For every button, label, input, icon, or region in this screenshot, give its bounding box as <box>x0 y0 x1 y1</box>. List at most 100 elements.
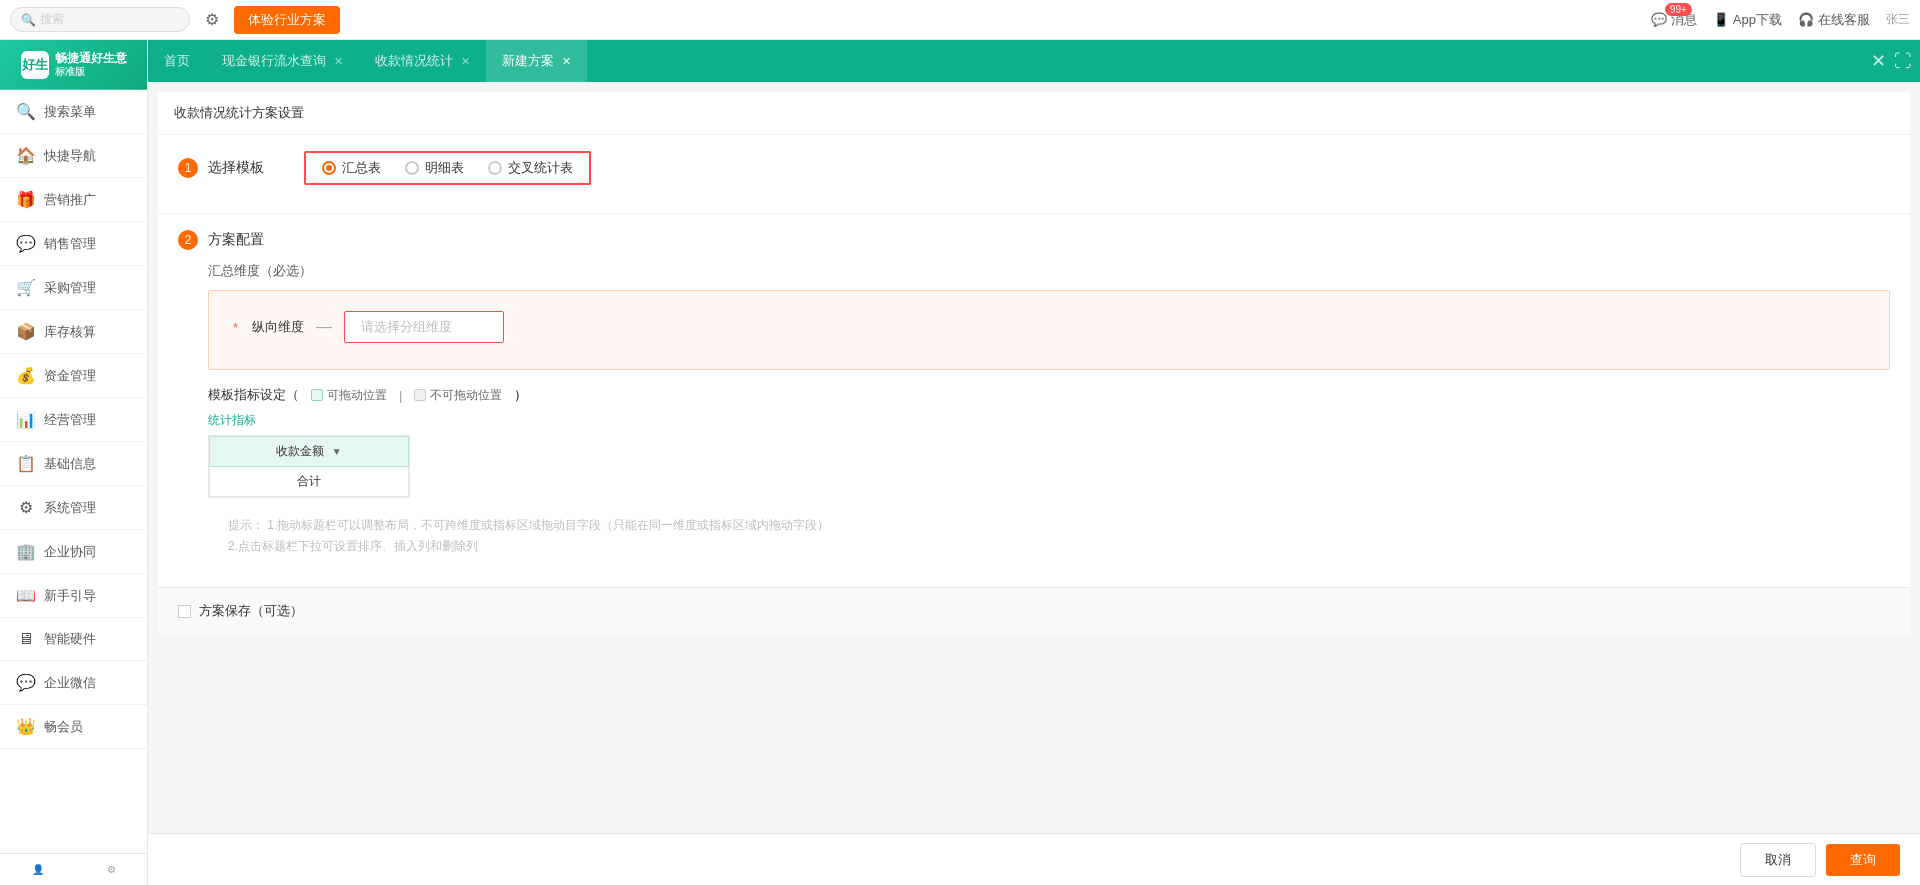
step2-title: 方案配置 <box>208 231 264 249</box>
quick-nav-icon: 🏠 <box>16 146 36 165</box>
avatar-icon: 👤 <box>32 864 44 875</box>
query-button[interactable]: 查询 <box>1826 844 1900 876</box>
sidebar-item-system[interactable]: ⚙ 系统管理 <box>0 486 147 530</box>
radio-detail-circle <box>405 161 419 175</box>
sidebar-item-wechat[interactable]: 💬 企业微信 <box>0 661 147 705</box>
tab-collection-stats[interactable]: 收款情况统计 ✕ <box>359 40 486 82</box>
download-label: App下载 <box>1733 11 1782 29</box>
bottom-action-bar: 取消 查询 <box>148 833 1920 885</box>
radio-cross[interactable]: 交叉统计表 <box>488 159 573 177</box>
metrics-table: 收款金额 ▼ 合计 <box>209 436 409 497</box>
sidebar-footer-settings[interactable]: ⚙ <box>107 864 116 875</box>
sidebar-item-purchase[interactable]: 🛒 采购管理 <box>0 266 147 310</box>
tab-cash-bank[interactable]: 现金银行流水查询 ✕ <box>206 40 359 82</box>
radio-summary-circle <box>322 161 336 175</box>
metrics-col-header[interactable]: 收款金额 ▼ <box>210 437 409 467</box>
metrics-table-wrapper: 收款金额 ▼ 合计 <box>208 435 410 498</box>
enterprise-icon: 🏢 <box>16 542 36 561</box>
tabs-maximize-icon[interactable]: ⛶ <box>1894 51 1912 72</box>
purchase-icon: 🛒 <box>16 278 36 297</box>
system-icon: ⚙ <box>16 498 36 517</box>
user-name: 张三 <box>1886 12 1910 26</box>
tab-new-plan[interactable]: 新建方案 ✕ <box>486 40 587 82</box>
save-option-checkbox[interactable] <box>178 605 191 618</box>
radio-detail[interactable]: 明细表 <box>405 159 464 177</box>
metrics-stat-label: 统计指标 <box>208 412 1890 429</box>
step2-number: 2 <box>178 230 198 250</box>
radio-cross-circle <box>488 161 502 175</box>
member-icon: 👑 <box>16 717 36 736</box>
sidebar-item-marketing[interactable]: 🎁 营销推广 <box>0 178 147 222</box>
metrics-section: 模板指标设定（ 可拖动位置 | 不可拖动位置 ） <box>208 386 1890 501</box>
sidebar-item-sales[interactable]: 💬 销售管理 <box>0 222 147 266</box>
dimension-placeholder-text: 请选择分组维度 <box>361 319 452 334</box>
template-options: 汇总表 明细表 交叉统计表 <box>304 151 591 185</box>
tab-home[interactable]: 首页 <box>148 40 206 82</box>
breadcrumb: 收款情况统计方案设置 <box>158 92 1910 135</box>
page-title: 收款情况统计方案设置 <box>174 105 304 120</box>
search-box[interactable]: 🔍 搜索 <box>10 7 190 32</box>
download-button[interactable]: 📱 App下载 <box>1713 11 1782 29</box>
sidebar-item-member[interactable]: 👑 畅会员 <box>0 705 147 749</box>
top-header: 🔍 搜索 ⚙ 体验行业方案 💬 99+ 消息 📱 App下载 🎧 在线客服 张三 <box>0 0 1920 40</box>
radio-summary-label: 汇总表 <box>342 159 381 177</box>
gear-button[interactable]: ⚙ <box>198 6 226 34</box>
sidebar-label-system: 系统管理 <box>44 499 96 517</box>
sidebar-item-operations[interactable]: 📊 经营管理 <box>0 398 147 442</box>
trial-button[interactable]: 体验行业方案 <box>234 6 340 34</box>
tab-new-plan-close[interactable]: ✕ <box>562 55 571 68</box>
wechat-icon: 💬 <box>16 673 36 692</box>
page-body: 收款情况统计方案设置 1 选择模板 汇总表 <box>148 82 1920 833</box>
save-option-bar: 方案保存（可选） <box>158 587 1910 634</box>
sidebar-label-wechat: 企业微信 <box>44 674 96 692</box>
tips-block: 提示： 1.拖动标题栏可以调整布局，不可跨维度或指标区域拖动目字段（只能在同一维… <box>228 517 1870 555</box>
operations-icon: 📊 <box>16 410 36 429</box>
metrics-header: 模板指标设定（ 可拖动位置 | 不可拖动位置 ） <box>208 386 1890 404</box>
radio-summary[interactable]: 汇总表 <box>322 159 381 177</box>
dimension-selector[interactable]: 请选择分组维度 <box>344 311 504 343</box>
step2-block: 2 方案配置 汇总维度（必选） * 纵向维度 — 请选择分组维度 <box>158 214 1910 587</box>
sidebar-item-enterprise[interactable]: 🏢 企业协同 <box>0 530 147 574</box>
cancel-button[interactable]: 取消 <box>1740 843 1816 877</box>
sidebar-label-search-menu: 搜索菜单 <box>44 103 96 121</box>
message-icon: 💬 <box>1651 12 1667 27</box>
tab-collection-stats-close[interactable]: ✕ <box>461 55 470 68</box>
download-icon: 📱 <box>1713 12 1729 27</box>
sidebar-footer-user[interactable]: 👤 <box>32 864 44 875</box>
radio-detail-label: 明细表 <box>425 159 464 177</box>
dimension-area: * 纵向维度 — 请选择分组维度 <box>208 290 1890 370</box>
tabs-bar: 首页 现金银行流水查询 ✕ 收款情况统计 ✕ 新建方案 ✕ ✕ ⛶ <box>148 40 1920 82</box>
movable-legend-box <box>311 389 323 401</box>
sidebar-item-inventory[interactable]: 📦 库存核算 <box>0 310 147 354</box>
sidebar-item-hardware[interactable]: 🖥 智能硬件 <box>0 618 147 661</box>
sidebar-label-operations: 经营管理 <box>44 411 96 429</box>
sidebar-item-basic-info[interactable]: 📋 基础信息 <box>0 442 147 486</box>
hardware-icon: 🖥 <box>16 630 36 648</box>
movable-legend-label: 可拖动位置 <box>327 387 387 404</box>
sidebar-label-funds: 资金管理 <box>44 367 96 385</box>
tabs-minimize-icon[interactable]: ✕ <box>1871 50 1886 72</box>
sidebar-item-guide[interactable]: 📖 新手引导 <box>0 574 147 618</box>
sales-icon: 💬 <box>16 234 36 253</box>
sidebar-footer: 👤 ⚙ <box>0 853 147 885</box>
sidebar-item-search-menu[interactable]: 🔍 搜索菜单 <box>0 90 147 134</box>
metrics-row: 合计 <box>210 467 409 497</box>
dimension-row: * 纵向维度 — 请选择分组维度 <box>233 311 1865 343</box>
message-button[interactable]: 💬 99+ 消息 <box>1651 11 1697 29</box>
step2-header: 2 方案配置 <box>178 230 1890 250</box>
metrics-col-dropdown-icon: ▼ <box>332 446 342 457</box>
sidebar-item-quick-nav[interactable]: 🏠 快捷导航 <box>0 134 147 178</box>
tab-collection-stats-label: 收款情况统计 <box>375 52 453 70</box>
sidebar-label-enterprise: 企业协同 <box>44 543 96 561</box>
tab-cash-bank-close[interactable]: ✕ <box>334 55 343 68</box>
search-icon: 🔍 <box>21 13 36 27</box>
metrics-title: 模板指标设定（ <box>208 386 299 404</box>
service-button[interactable]: 🎧 在线客服 <box>1798 11 1870 29</box>
sidebar: 好生 畅捷通好生意 标准版 🔍 搜索菜单 🏠 快捷导航 🎁 营销推广 💬 销售管… <box>0 40 148 885</box>
fixed-legend: 不可拖动位置 <box>414 387 502 404</box>
sidebar-item-funds[interactable]: 💰 资金管理 <box>0 354 147 398</box>
sidebar-label-inventory: 库存核算 <box>44 323 96 341</box>
sidebar-label-hardware: 智能硬件 <box>44 630 96 648</box>
tab-home-label: 首页 <box>164 52 190 70</box>
user-info: 张三 <box>1886 11 1910 28</box>
